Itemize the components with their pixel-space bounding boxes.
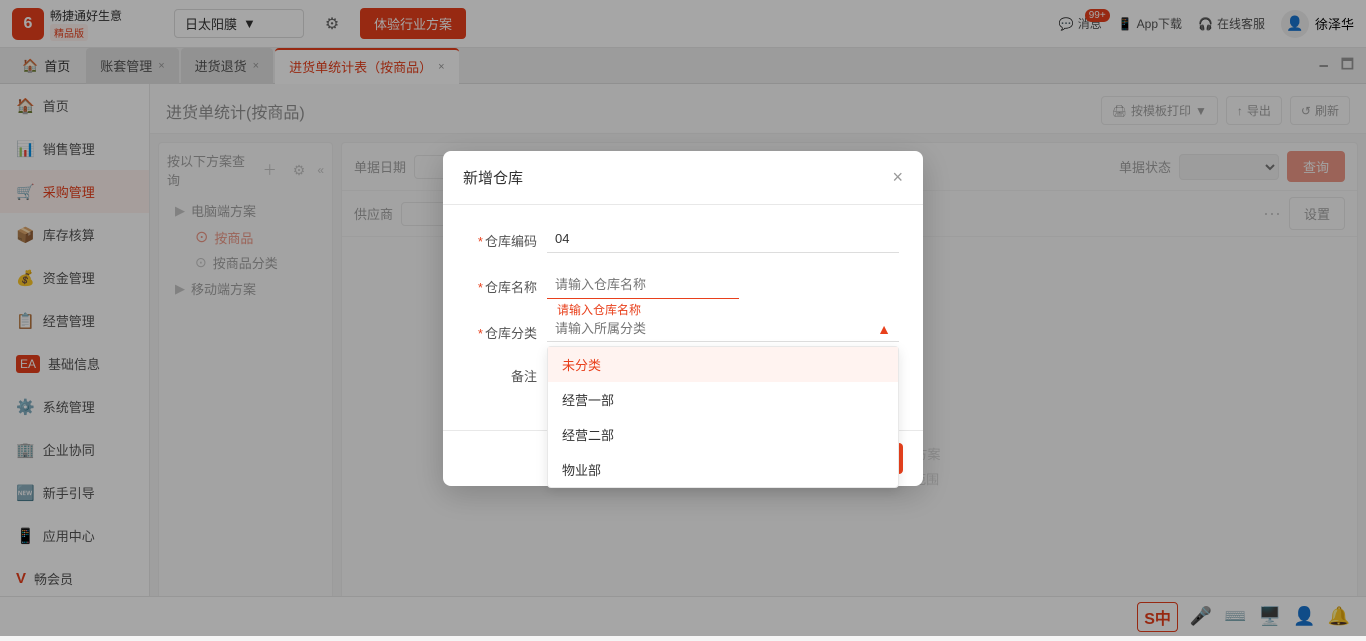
modal-header: 新增仓库 × (443, 151, 923, 205)
name-label: *仓库名称 (467, 271, 547, 296)
form-row-code: *仓库编码 (467, 225, 899, 253)
modal-close-button[interactable]: × (892, 168, 903, 186)
code-input[interactable] (547, 225, 899, 253)
dropdown-option-uncategorized[interactable]: 未分类 (548, 347, 898, 382)
form-row-category: *仓库分类 ▲ 未分类 经营一部 (467, 317, 899, 342)
modal-overlay: 新增仓库 × *仓库编码 *仓库名称 请输入仓库名称 (0, 0, 1366, 636)
modal-body: *仓库编码 *仓库名称 请输入仓库名称 *仓库分类 (443, 205, 923, 430)
new-warehouse-modal: 新增仓库 × *仓库编码 *仓库名称 请输入仓库名称 (443, 151, 923, 486)
category-label: *仓库分类 (467, 317, 547, 342)
name-input[interactable] (547, 271, 739, 299)
form-row-name-inner: *仓库名称 (467, 271, 739, 299)
dropdown-chevron-up-icon[interactable]: ▲ (877, 321, 891, 337)
code-label: *仓库编码 (467, 225, 547, 250)
form-row-name: *仓库名称 请输入仓库名称 (467, 271, 899, 299)
note-label: 备注 (467, 360, 547, 385)
dropdown-option-property[interactable]: 物业部 (548, 452, 898, 487)
name-error-message: 请输入仓库名称 (557, 301, 641, 318)
category-dropdown-list: 未分类 经营一部 经营二部 物业部 (547, 346, 899, 488)
category-input[interactable] (555, 321, 877, 336)
category-container: ▲ 未分类 经营一部 经营二部 物业部 (547, 317, 899, 342)
category-input-wrapper: ▲ (547, 317, 899, 342)
modal-title: 新增仓库 (463, 167, 523, 188)
dropdown-option-dept2[interactable]: 经营二部 (548, 417, 898, 452)
dropdown-option-dept1[interactable]: 经营一部 (548, 382, 898, 417)
